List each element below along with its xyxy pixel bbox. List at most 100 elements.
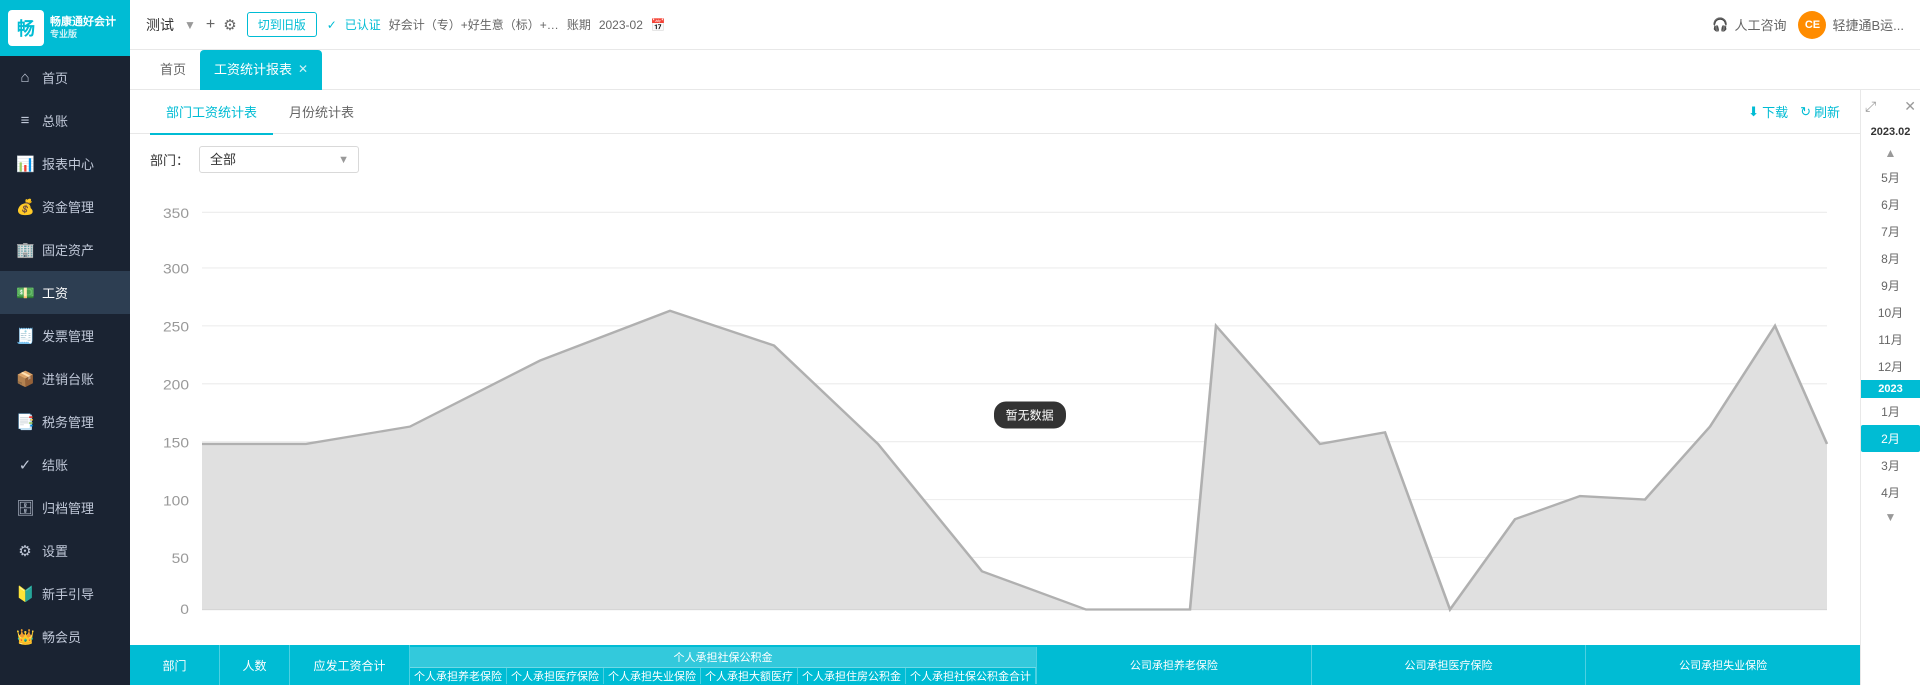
avatar: CE	[1798, 11, 1826, 39]
sidebar-item-label: 工资	[42, 283, 68, 302]
month-item-7[interactable]: 7月	[1861, 218, 1920, 245]
sub-tab-dept-label: 部门工资统计表	[166, 102, 257, 121]
salary-icon: 💵	[16, 284, 34, 302]
reports-icon: 📊	[16, 155, 34, 173]
th-company-unemploy: 公司承担失业保险	[1586, 645, 1860, 685]
add-icon[interactable]: +	[206, 16, 215, 34]
month-item-4[interactable]: 4月	[1861, 479, 1920, 506]
sidebar-item-label: 发票管理	[42, 326, 94, 345]
svg-text:0: 0	[180, 603, 189, 618]
account-label: 好会计（专）+好生意（标）+…	[389, 16, 559, 33]
close-panel-icon[interactable]: ✕	[1904, 98, 1916, 115]
sidebar-item-home[interactable]: ⌂ 首页	[0, 56, 130, 99]
month-item-5[interactable]: 5月	[1861, 164, 1920, 191]
svg-text:250: 250	[163, 320, 189, 335]
sidebar-item-settings[interactable]: ⚙ 设置	[0, 529, 130, 572]
scroll-up-icon[interactable]: ▲	[1881, 142, 1901, 164]
tax-icon: 📑	[16, 413, 34, 431]
sidebar: 畅 畅康通好会计 专业版 ⌂ 首页 ≡ 总账 📊 报表中心 💰 资金管理 🏢 固…	[0, 0, 130, 685]
switch-to-old-button[interactable]: 切到旧版	[247, 12, 317, 37]
department-select[interactable]: 全部 财务部 销售部 技术部	[199, 146, 359, 173]
sidebar-item-archive[interactable]: 🗄 归档管理	[0, 486, 130, 529]
group-cols-personal: 个人承担养老保险 个人承担医疗保险 个人承担失业保险 个人承担大额医疗 个人承担…	[410, 668, 1036, 684]
sidebar-item-label: 畅会员	[42, 627, 81, 646]
sidebar-item-settle[interactable]: ✓ 结账	[0, 443, 130, 486]
th-personal-unemploy: 个人承担失业保险	[604, 668, 701, 684]
settings-icon: ⚙	[16, 542, 34, 560]
th-company-elderly: 公司承担养老保险	[1037, 645, 1312, 685]
ledger-icon: ≡	[16, 112, 34, 129]
th-total-salary: 应发工资合计	[290, 645, 410, 685]
sidebar-item-salary[interactable]: 💵 工资	[0, 271, 130, 314]
month-item-3[interactable]: 3月	[1861, 452, 1920, 479]
tab-salary-report[interactable]: 工资统计报表 ✕	[200, 50, 322, 90]
year-header-2023: 2023	[1861, 380, 1920, 398]
funds-icon: 💰	[16, 198, 34, 216]
tab-salary-report-label: 工资统计报表	[214, 59, 292, 78]
right-panel: ✕ ⤢ 2023.02 ▲ 5月 6月 7月 8月 9月 10月 11月 12月…	[1860, 90, 1920, 685]
th-count: 人数	[220, 645, 290, 685]
sidebar-item-guide[interactable]: 🔰 新手引导	[0, 572, 130, 615]
topbar-right: 🎧 人工咨询 CE 轻捷通B运...	[1712, 11, 1904, 39]
month-item-12[interactable]: 12月	[1861, 353, 1920, 380]
sidebar-item-assets[interactable]: 🏢 固定资产	[0, 228, 130, 271]
sidebar-item-label: 归档管理	[42, 498, 94, 517]
refresh-icon: ↻	[1800, 104, 1811, 120]
sub-tab-month[interactable]: 月份统计表	[273, 91, 370, 135]
month-item-2[interactable]: 2月	[1861, 425, 1920, 452]
sidebar-item-tax[interactable]: 📑 税务管理	[0, 400, 130, 443]
download-label: 下载	[1762, 102, 1788, 121]
sidebar-item-label: 首页	[42, 68, 68, 87]
refresh-button[interactable]: ↻ 刷新	[1800, 102, 1840, 121]
dropdown-arrow-icon[interactable]: ▼	[184, 18, 196, 32]
headset-icon: 🎧	[1712, 17, 1728, 33]
sidebar-item-label: 税务管理	[42, 412, 94, 431]
gear-icon[interactable]: ⚙	[223, 16, 236, 34]
user-name-label: 轻捷通B运...	[1832, 15, 1904, 34]
svg-text:100: 100	[163, 494, 189, 509]
invoice-icon: 🧾	[16, 327, 34, 345]
period-value: 2023-02	[599, 18, 643, 32]
logo-text: 畅康通好会计 专业版	[50, 15, 116, 41]
filter-label: 部门：	[150, 150, 189, 169]
sidebar-item-ledger[interactable]: ≡ 总账	[0, 99, 130, 142]
sub-tab-month-label: 月份统计表	[289, 102, 354, 121]
tab-home-label: 首页	[160, 59, 186, 78]
sidebar-item-label: 总账	[42, 111, 68, 130]
month-item-8[interactable]: 8月	[1861, 245, 1920, 272]
month-item-11[interactable]: 11月	[1861, 326, 1920, 353]
calendar-icon[interactable]: 📅	[651, 18, 666, 32]
svg-text:300: 300	[163, 262, 189, 277]
settle-icon: ✓	[16, 456, 34, 474]
user-service-btn[interactable]: 🎧 人工咨询	[1712, 15, 1786, 34]
user-avatar-area[interactable]: CE 轻捷通B运...	[1798, 11, 1904, 39]
svg-text:350: 350	[163, 207, 189, 222]
tab-home[interactable]: 首页	[146, 50, 200, 90]
svg-text:150: 150	[163, 436, 189, 451]
user-service-label: 人工咨询	[1734, 15, 1786, 34]
download-button[interactable]: ⬇ 下载	[1748, 102, 1788, 121]
sub-tabs: 部门工资统计表 月份统计表 ⬇ 下载 ↻ 刷新	[130, 90, 1860, 134]
certified-label: 已认证	[345, 16, 381, 33]
month-item-6[interactable]: 6月	[1861, 191, 1920, 218]
sidebar-item-sales[interactable]: 📦 进销台账	[0, 357, 130, 400]
sidebar-item-reports[interactable]: 📊 报表中心	[0, 142, 130, 185]
th-personal-medical: 个人承担医疗保险	[507, 668, 604, 684]
sidebar-item-label: 资金管理	[42, 197, 94, 216]
scroll-down-icon[interactable]: ▼	[1881, 506, 1901, 528]
month-item-10[interactable]: 10月	[1861, 299, 1920, 326]
month-item-1[interactable]: 1月	[1861, 398, 1920, 425]
th-personal-housing: 个人承担住房公积金	[798, 668, 906, 684]
chart-svg: 350 300 250 200 150 100 50 0	[150, 195, 1840, 635]
sidebar-item-vip[interactable]: 👑 畅会员	[0, 615, 130, 658]
refresh-label: 刷新	[1814, 102, 1840, 121]
expand-panel-icon[interactable]: ⤢	[1865, 98, 1876, 115]
sidebar-item-label: 结账	[42, 455, 68, 474]
tab-close-icon[interactable]: ✕	[298, 62, 308, 76]
group-title-personal: 个人承担社保公积金	[410, 647, 1036, 668]
month-item-9[interactable]: 9月	[1861, 272, 1920, 299]
topbar-status: ✓ 已认证 好会计（专）+好生意（标）+… 账期 2023-02 📅	[327, 16, 666, 33]
sidebar-item-invoice[interactable]: 🧾 发票管理	[0, 314, 130, 357]
sidebar-item-funds[interactable]: 💰 资金管理	[0, 185, 130, 228]
sub-tab-dept[interactable]: 部门工资统计表	[150, 91, 273, 135]
